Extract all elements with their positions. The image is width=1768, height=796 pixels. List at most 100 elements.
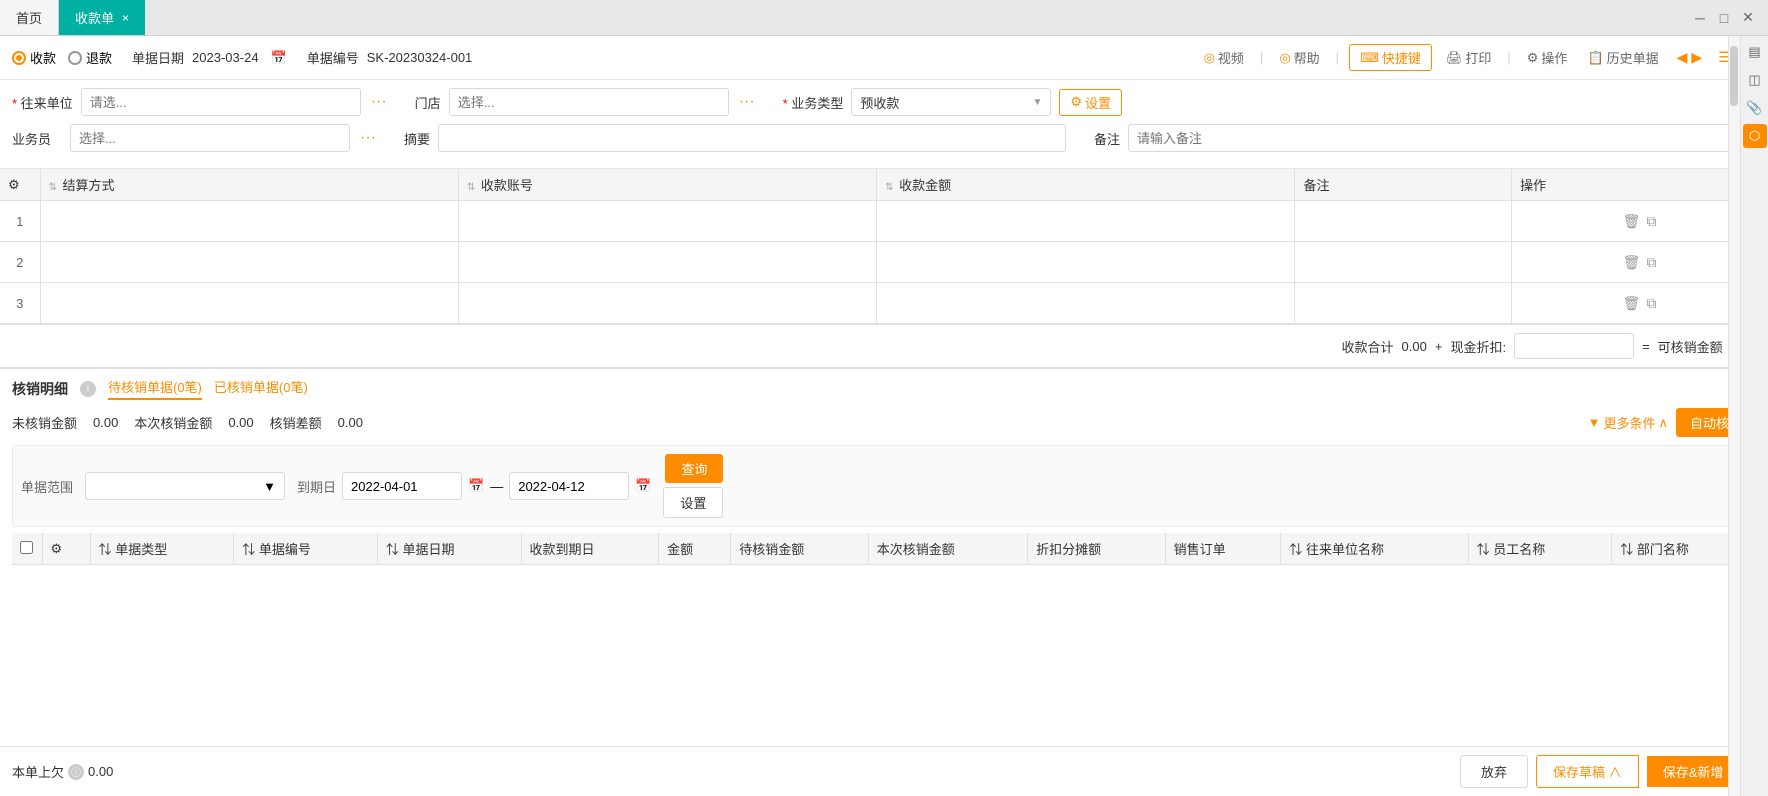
calendar-from-icon[interactable]: 📅	[468, 478, 484, 494]
number-label: 单据编号	[307, 48, 359, 67]
remark-cell[interactable]	[1295, 201, 1512, 242]
video-label: 视频	[1218, 48, 1244, 67]
history-icon: 📋	[1587, 50, 1603, 66]
nav-next-icon[interactable]: ▶	[1691, 49, 1702, 66]
page-footer: 本单上欠 ⓘ 0.00 放弃 保存草稿 ∧ 保存&新增 ∧	[0, 746, 1768, 796]
remark-cell[interactable]	[1295, 283, 1512, 324]
radio-tuikuan[interactable]: 退款	[68, 48, 112, 67]
counterpart-ellipsis-icon[interactable]: ···	[371, 93, 387, 111]
abstract-label: 摘要	[404, 129, 430, 148]
copy-icon[interactable]: ⧉	[1646, 213, 1656, 230]
select-all-checkbox[interactable]	[20, 541, 33, 554]
date-separator: —	[490, 479, 503, 494]
query-btn[interactable]: 查询	[665, 454, 723, 483]
shortcut-btn[interactable]: ⌨ 快捷键	[1349, 44, 1432, 71]
row-num: 3	[0, 283, 40, 324]
print-label: 打印	[1465, 48, 1491, 67]
close-button[interactable]: ✕	[1736, 6, 1760, 30]
print-btn[interactable]: 🖨 打印	[1440, 46, 1498, 69]
maximize-button[interactable]: □	[1712, 6, 1736, 30]
date-to-input[interactable]	[509, 472, 629, 500]
date-value: 2023-03-24	[192, 50, 259, 65]
sidebar-icon-4[interactable]: ⬡	[1743, 124, 1767, 148]
copy-icon[interactable]: ⧉	[1646, 295, 1656, 312]
video-btn[interactable]: ◎ 视频	[1198, 46, 1250, 69]
business-type-select[interactable]: 预收款 ▼	[851, 88, 1051, 116]
setting-btn2[interactable]: 设置	[663, 487, 723, 518]
save-draft-button[interactable]: 保存草稿 ∧	[1536, 755, 1639, 788]
bottom-table: ⚙ ⇅ 单据类型 ⇅ 单据编号 ⇅ 单据日期	[12, 533, 1756, 565]
date-from-input[interactable]	[342, 472, 462, 500]
salesperson-ellipsis-icon[interactable]: ···	[360, 129, 376, 147]
store-input[interactable]	[449, 88, 729, 116]
remark-input[interactable]	[1128, 124, 1756, 152]
plus-sign: +	[1435, 339, 1443, 354]
operation-btn[interactable]: ⚙ 操作	[1521, 46, 1574, 69]
amount-cell[interactable]	[877, 201, 1295, 242]
tab-shoukuan[interactable]: 收款单 ×	[59, 0, 145, 35]
abstract-input[interactable]	[438, 124, 1066, 152]
delete-icon[interactable]: 🗑	[1623, 295, 1641, 312]
total-value: 0.00	[1402, 339, 1427, 354]
help-btn[interactable]: ◎ 帮助	[1273, 46, 1325, 69]
hexiao-info-icon[interactable]: i	[80, 381, 96, 397]
footer-info-icon[interactable]: ⓘ	[68, 764, 84, 780]
settings-button[interactable]: ⚙ 设置	[1059, 89, 1122, 116]
more-conditions-btn[interactable]: ▼ 更多条件 ∧	[1588, 413, 1668, 432]
settle-cell[interactable]	[40, 283, 458, 324]
table-settings-header[interactable]: ⚙	[0, 169, 40, 201]
history-btn[interactable]: 📋 历史单据	[1581, 46, 1664, 69]
col-pending-header: 待核销金额	[731, 533, 869, 565]
date-label: 单据日期	[132, 48, 184, 67]
discard-button[interactable]: 放弃	[1460, 755, 1528, 788]
footer-info: 本单上欠 ⓘ 0.00	[12, 762, 113, 781]
copy-icon[interactable]: ⧉	[1646, 254, 1656, 271]
number-value: SK-20230324-001	[367, 50, 473, 65]
radio-shoukuan[interactable]: 收款	[12, 48, 56, 67]
account-cell[interactable]	[458, 283, 876, 324]
col-checkbox[interactable]	[12, 533, 42, 565]
remark-cell[interactable]	[1295, 242, 1512, 283]
settle-cell[interactable]	[40, 242, 458, 283]
nav-prev-icon[interactable]: ◀	[1677, 49, 1688, 66]
salesperson-input[interactable]	[70, 124, 350, 152]
scrollbar-thumb[interactable]	[1730, 46, 1738, 106]
discount-input[interactable]	[1514, 333, 1634, 359]
tab-pending[interactable]: 待核销单据(0笔)	[108, 377, 202, 400]
tab-home[interactable]: 首页	[0, 0, 59, 35]
account-cell[interactable]	[458, 242, 876, 283]
col-date-header: ⇅ 单据日期	[377, 533, 521, 565]
shortcut-icon: ⌨	[1360, 50, 1379, 66]
toolbar: 收款 退款 单据日期 2023-03-24 📅 单据编号 SK-20230324…	[0, 36, 1768, 80]
calendar-to-icon[interactable]: 📅	[635, 478, 651, 494]
col-number-header: ⇅ 单据编号	[234, 533, 378, 565]
sidebar-icon-1[interactable]: ▤	[1743, 40, 1767, 64]
amount-cell[interactable]	[877, 283, 1295, 324]
save-draft-group: 保存草稿 ∧	[1536, 755, 1639, 788]
store-label: 门店	[415, 93, 441, 112]
delete-icon[interactable]: 🗑	[1623, 213, 1641, 230]
calendar-icon[interactable]: 📅	[271, 50, 287, 66]
range-select[interactable]: ▼	[85, 472, 285, 500]
tab-completed[interactable]: 已核销单据(0笔)	[214, 377, 308, 400]
hexiao-section: 核销明细 i 待核销单据(0笔) 已核销单据(0笔) 未核销金额 0.00 本次…	[0, 369, 1768, 573]
col-amount-header: ⇅ 收款金额	[877, 169, 1295, 201]
form-row-1: 往来单位 ··· 门店 ··· 业务类型 预收款 ▼ ⚙ 设置	[12, 88, 1756, 116]
amount-cell[interactable]	[877, 242, 1295, 283]
settle-cell[interactable]	[40, 201, 458, 242]
toolbar-right: ◎ 视频 | ◎ 帮助 | ⌨ 快捷键 🖨 打印 | ⚙ 操作	[1198, 44, 1756, 71]
business-type-value: 预收款	[860, 93, 899, 112]
minimize-button[interactable]: ─	[1688, 6, 1712, 30]
sidebar-icon-2[interactable]: ◫	[1743, 68, 1767, 92]
delete-icon[interactable]: 🗑	[1623, 254, 1641, 271]
filter-icon: ▼	[1588, 415, 1601, 430]
tab-close-icon[interactable]: ×	[122, 11, 129, 25]
row-num: 1	[0, 201, 40, 242]
col-due-date-header: 收款到期日	[521, 533, 659, 565]
store-ellipsis-icon[interactable]: ···	[739, 93, 755, 111]
col-gear[interactable]: ⚙	[42, 533, 90, 565]
print-icon: 🖨	[1446, 50, 1463, 66]
sidebar-icon-3[interactable]: 📎	[1743, 96, 1767, 120]
counterpart-input[interactable]	[81, 88, 361, 116]
account-cell[interactable]	[458, 201, 876, 242]
